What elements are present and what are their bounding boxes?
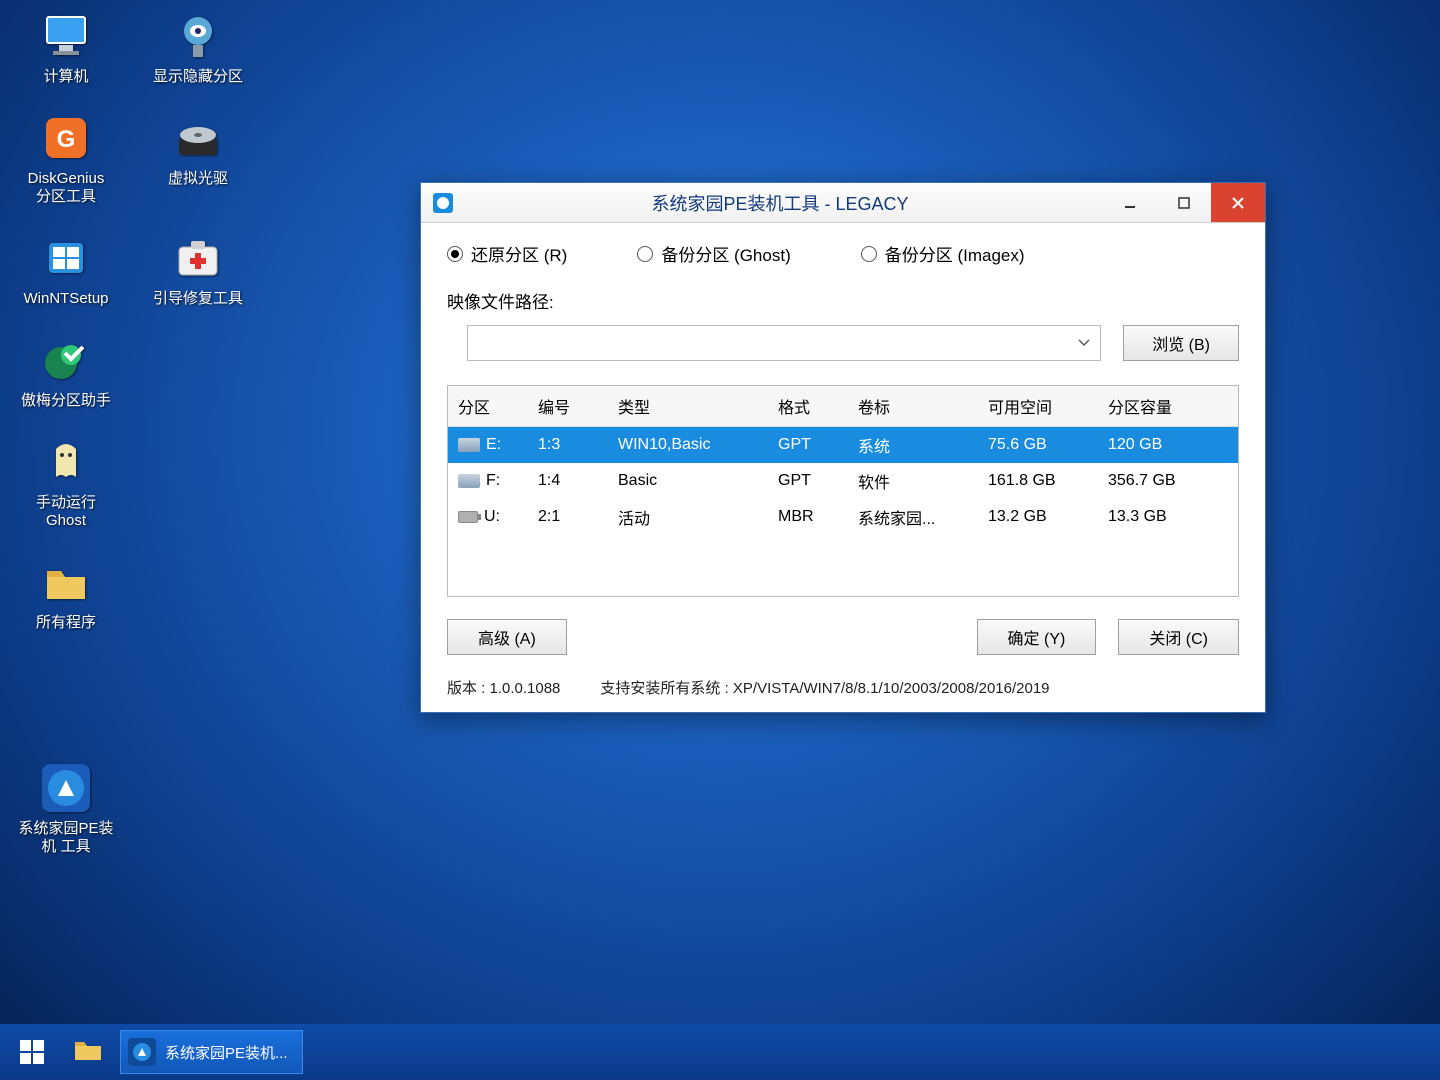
windows-logo-icon (18, 1038, 46, 1066)
col-partition[interactable]: 分区 (448, 386, 528, 427)
ok-button[interactable]: 确定 (Y) (977, 619, 1097, 655)
aomei-icon (38, 332, 94, 388)
pe-installer-icon (127, 1037, 157, 1067)
image-path-combo[interactable] (467, 325, 1101, 361)
taskbar-explorer-button[interactable] (62, 1030, 114, 1074)
hard-drive-icon (458, 474, 480, 488)
desktop-icon-ghost[interactable]: 手动运行 Ghost (12, 434, 120, 530)
desktop-icon-aomei[interactable]: 傲梅分区助手 (12, 332, 120, 410)
partition-row[interactable]: F:1:4BasicGPT软件161.8 GB356.7 GB (448, 463, 1238, 499)
hard-drive-icon (458, 438, 480, 452)
winntsetup-icon (38, 230, 94, 286)
partition-eye-icon (170, 8, 226, 64)
browse-button[interactable]: 浏览 (B) (1123, 325, 1239, 361)
desktop-icon-bootrepair[interactable]: 引导修复工具 (144, 230, 252, 308)
image-path-label: 映像文件路径: (447, 288, 554, 313)
radio-dot-icon (637, 246, 653, 262)
close-action-button[interactable]: 关闭 (C) (1118, 619, 1239, 655)
icon-label: 引导修复工具 (153, 290, 243, 308)
desktop-icon-winntsetup[interactable]: WinNTSetup (12, 230, 120, 308)
col-number[interactable]: 编号 (528, 386, 608, 427)
close-button[interactable] (1211, 183, 1265, 222)
chevron-down-icon (1078, 334, 1090, 352)
ghost-icon (38, 434, 94, 490)
folder-icon (72, 1034, 104, 1071)
desktop-icon-diskgenius[interactable]: G DiskGenius 分区工具 (12, 110, 120, 206)
radio-label: 还原分区 (R) (471, 241, 567, 266)
col-capacity[interactable]: 分区容量 (1098, 386, 1238, 427)
radio-backup-imagex[interactable]: 备份分区 (Imagex) (861, 241, 1025, 266)
advanced-button[interactable]: 高级 (A) (447, 619, 567, 655)
partition-row[interactable]: E:1:3WIN10,BasicGPT系统75.6 GB120 GB (448, 427, 1238, 464)
icon-label: 所有程序 (36, 614, 96, 632)
icon-label: DiskGenius 分区工具 (28, 170, 105, 206)
cdrom-icon (170, 110, 226, 166)
icon-label: 系统家园PE装 机 工具 (18, 820, 113, 856)
btn-label: 高级 (A) (478, 625, 536, 649)
icon-label: 计算机 (43, 68, 88, 86)
partition-table: 分区 编号 类型 格式 卷标 可用空间 分区容量 E:1:3WIN10,Basi… (447, 385, 1239, 597)
computer-icon (38, 8, 94, 64)
desktop-icon-computer[interactable]: 计算机 (12, 8, 120, 86)
pe-installer-icon (38, 760, 94, 816)
usb-drive-icon (458, 511, 478, 523)
btn-label: 确定 (Y) (1008, 625, 1066, 649)
supported-systems-label: 支持安装所有系统 : XP/VISTA/WIN7/8/8.1/10/2003/2… (600, 677, 1239, 698)
taskbar-app-pe-installer[interactable]: 系统家园PE装机... (120, 1030, 303, 1074)
radio-label: 备份分区 (Ghost) (661, 241, 790, 266)
desktop-icon-show-hidden-partition[interactable]: 显示隐藏分区 (144, 8, 252, 86)
svg-text:G: G (57, 126, 76, 153)
col-volume[interactable]: 卷标 (848, 386, 978, 427)
partition-row[interactable]: U:2:1活动MBR系统家园...13.2 GB13.3 GB (448, 499, 1238, 535)
window-title: 系统家园PE装机工具 - LEGACY (457, 190, 1103, 216)
radio-dot-icon (861, 246, 877, 262)
window-titlebar[interactable]: 系统家园PE装机工具 - LEGACY (421, 183, 1265, 223)
diskgenius-icon: G (38, 110, 94, 166)
icon-label: 傲梅分区助手 (21, 392, 111, 410)
icon-label: WinNTSetup (23, 290, 108, 308)
desktop-icons: 计算机 显示隐藏分区 G DiskGenius 分区工具 虚拟光驱 (12, 8, 272, 632)
desktop-icon-virtual-cdrom[interactable]: 虚拟光驱 (144, 110, 252, 206)
taskbar-app-label: 系统家园PE装机... (165, 1042, 288, 1063)
taskbar: 系统家园PE装机... (0, 1024, 1440, 1080)
icon-label: 显示隐藏分区 (153, 68, 243, 86)
btn-label: 关闭 (C) (1149, 625, 1208, 649)
radio-label: 备份分区 (Imagex) (885, 241, 1025, 266)
radio-restore-partition[interactable]: 还原分区 (R) (447, 241, 567, 266)
col-format[interactable]: 格式 (768, 386, 848, 427)
minimize-button[interactable] (1103, 183, 1157, 222)
desktop-icon-all-programs[interactable]: 所有程序 (12, 554, 120, 632)
desktop-icon-pe-installer[interactable]: 系统家园PE装 机 工具 (12, 760, 120, 856)
first-aid-icon (170, 230, 226, 286)
col-type[interactable]: 类型 (608, 386, 768, 427)
btn-label: 浏览 (B) (1152, 331, 1210, 355)
icon-label: 虚拟光驱 (168, 170, 228, 188)
pe-installer-window: 系统家园PE装机工具 - LEGACY 还原分区 (R) 备份分区 (Ghost… (420, 182, 1266, 713)
icon-label: 手动运行 Ghost (36, 494, 96, 530)
version-label: 版本 : 1.0.0.1088 (447, 677, 560, 698)
mode-radio-group: 还原分区 (R) 备份分区 (Ghost) 备份分区 (Imagex) (447, 241, 1239, 266)
folder-icon (38, 554, 94, 610)
radio-dot-icon (447, 246, 463, 262)
radio-backup-ghost[interactable]: 备份分区 (Ghost) (637, 241, 790, 266)
app-icon (429, 189, 457, 217)
start-button[interactable] (8, 1030, 56, 1074)
maximize-button[interactable] (1157, 183, 1211, 222)
col-free[interactable]: 可用空间 (978, 386, 1098, 427)
